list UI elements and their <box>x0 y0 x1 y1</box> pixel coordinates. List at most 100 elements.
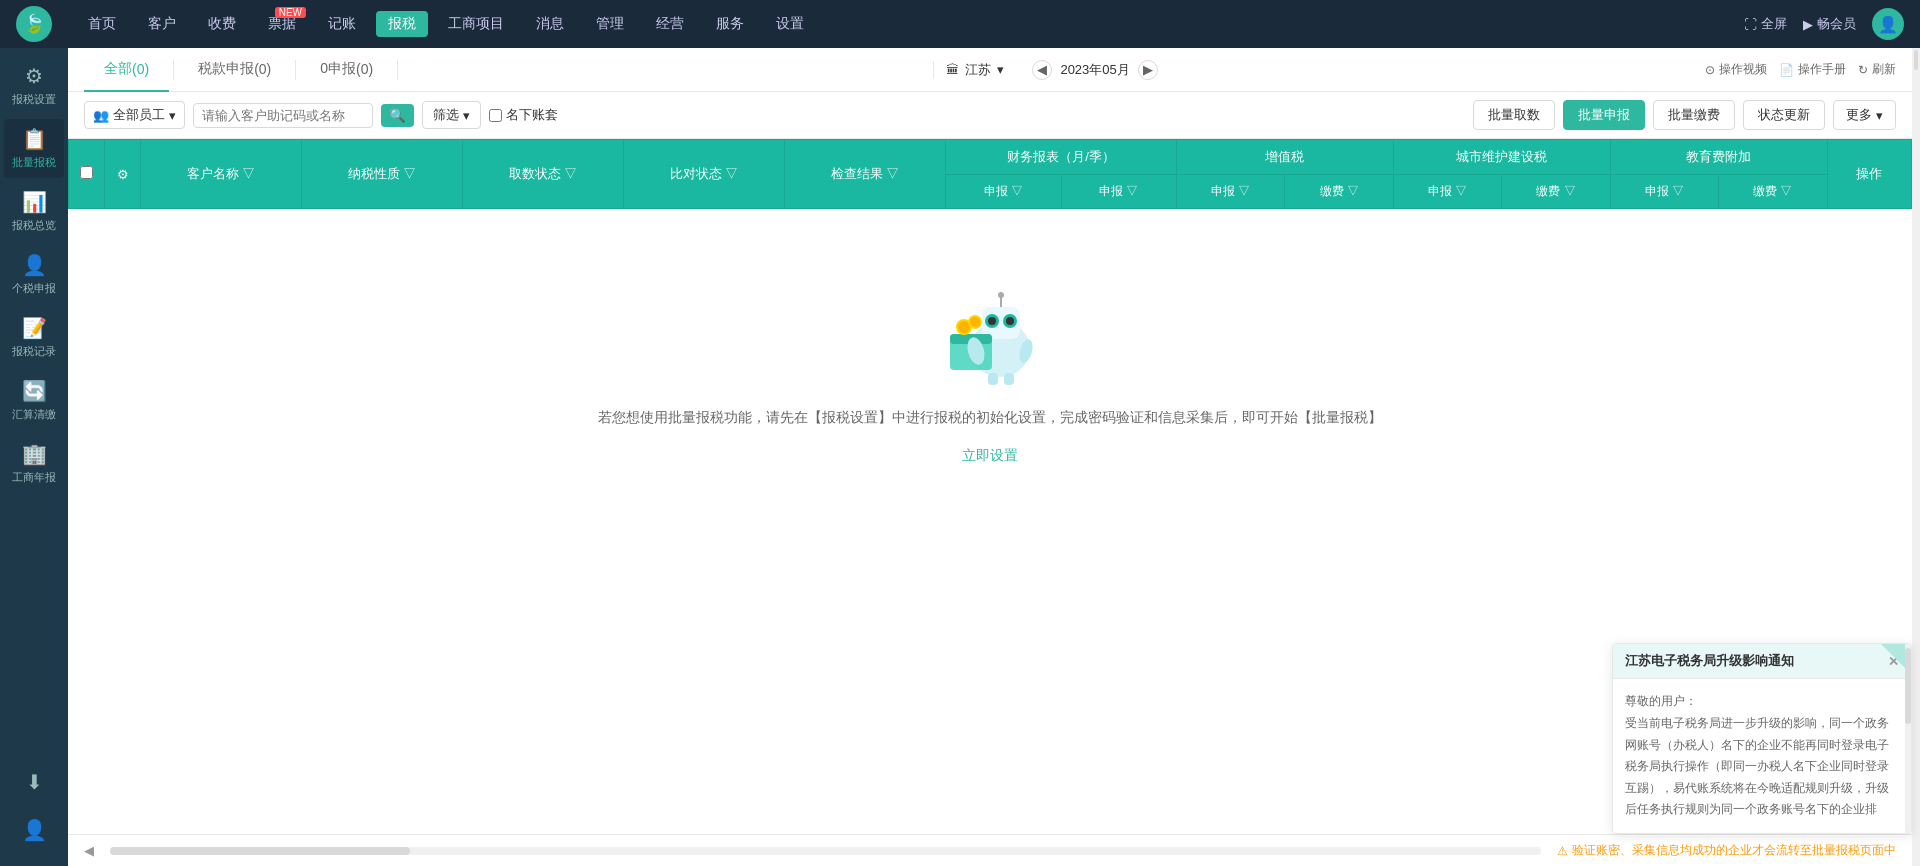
th-city-declare: 申报 ▽ <box>1393 175 1501 209</box>
video-icon: ⊙ <box>1705 63 1715 77</box>
tab-divider-3 <box>397 60 398 80</box>
prev-month-button[interactable]: ◀ <box>1032 60 1052 80</box>
th-city-pay: 缴费 ▽ <box>1502 175 1610 209</box>
download-icon: ⬇ <box>26 770 43 794</box>
top-navigation: 🍃 首页 客户 收费 票据 NEW 记账 报税 工商项目 消息 管理 经营 服务… <box>0 0 1920 48</box>
settlement-icon: 🔄 <box>22 379 47 403</box>
employee-selector[interactable]: 👥 全部员工 ▾ <box>84 101 185 129</box>
sidebar: ⚙ 报税设置 📋 批量报税 📊 报税总览 👤 个税申报 📝 报税记录 🔄 汇算清… <box>0 48 68 866</box>
th-fetch-status: 取数状态 ▽ <box>463 140 624 209</box>
th-edu-tax: 教育费附加 <box>1610 140 1827 175</box>
batch-report-button[interactable]: 批量申报 <box>1563 100 1645 130</box>
sidebar-user[interactable]: 👤 <box>4 810 64 850</box>
nav-management[interactable]: 管理 <box>584 11 636 37</box>
sidebar-item-tax-record[interactable]: 📝 报税记录 <box>4 308 64 367</box>
batch-fetch-button[interactable]: 批量取数 <box>1473 100 1555 130</box>
vertical-scrollbar[interactable] <box>1912 48 1920 866</box>
nav-fee[interactable]: 收费 <box>196 11 248 37</box>
th-vat-declare: 申报 ▽ <box>1177 175 1285 209</box>
operation-manual-button[interactable]: 📄 操作手册 <box>1779 61 1846 78</box>
tabs-right-buttons: ⊙ 操作视频 📄 操作手册 ↻ 刷新 <box>1705 61 1896 78</box>
tabs-bar: 全部(0) 税款申报(0) 0申报(0) 🏛 江苏 ▾ ◀ 2023年05月 ▶ <box>68 48 1912 92</box>
fullscreen-icon: ⛶ <box>1744 17 1757 32</box>
setup-link[interactable]: 立即设置 <box>962 447 1018 465</box>
employee-icon: 👥 <box>93 108 109 123</box>
annual-report-icon: 🏢 <box>22 442 47 466</box>
employee-dropdown-icon: ▾ <box>169 108 176 123</box>
bottom-status-bar: ◀ ⚠ 验证账密、采集信息均成功的企业才会流转至批量报税页面中 <box>68 834 1912 866</box>
nav-service[interactable]: 服务 <box>704 11 756 37</box>
tax-settings-icon: ⚙ <box>25 64 43 88</box>
th-compare-status: 比对状态 ▽ <box>624 140 785 209</box>
th-financial-report: 财务报表（月/季） <box>946 140 1177 175</box>
tab-zero-declare[interactable]: 0申报(0) <box>300 48 393 92</box>
nav-home[interactable]: 首页 <box>76 11 128 37</box>
svg-point-7 <box>998 292 1004 298</box>
refresh-icon: ↻ <box>1858 63 1868 77</box>
sidebar-item-personal-tax[interactable]: 👤 个税申报 <box>4 245 64 304</box>
left-scroll-arrow[interactable]: ◀ <box>84 843 94 858</box>
nav-operation[interactable]: 经营 <box>644 11 696 37</box>
avatar[interactable]: 👤 <box>1872 8 1904 40</box>
manual-icon: 📄 <box>1779 63 1794 77</box>
toolbar: 👥 全部员工 ▾ 🔍 筛选 ▾ 名下账套 批量取数 批量申报 批量缴费 状态更新… <box>68 92 1912 139</box>
th-tax-type: 纳税性质 ▽ <box>302 140 463 209</box>
select-all-checkbox[interactable] <box>80 166 93 179</box>
notification-body: 尊敬的用户： 受当前电子税务局进一步升级的影响，同一个政务网账号（办税人）名下的… <box>1613 679 1911 833</box>
notification-greeting: 尊敬的用户： <box>1625 691 1899 713</box>
search-input[interactable] <box>193 103 373 128</box>
nav-message[interactable]: 消息 <box>524 11 576 37</box>
more-dropdown-icon: ▾ <box>1876 108 1883 123</box>
tab-all[interactable]: 全部(0) <box>84 48 169 92</box>
th-check-result: 检查结果 ▽ <box>785 140 946 209</box>
filter-button[interactable]: 筛选 ▾ <box>422 101 481 129</box>
robot-illustration <box>930 269 1050 389</box>
th-edu-pay: 缴费 ▽ <box>1719 175 1827 209</box>
batch-tax-icon: 📋 <box>22 127 47 151</box>
province-flag-icon: 🏛 <box>946 62 959 77</box>
nav-tax[interactable]: 报税 <box>376 11 428 37</box>
batch-pay-button[interactable]: 批量缴费 <box>1653 100 1735 130</box>
province-selector[interactable]: 🏛 江苏 ▾ <box>933 61 1016 79</box>
nav-right-area: ⛶ 全屏 ▶ 畅会员 👤 <box>1744 8 1904 40</box>
sidebar-download[interactable]: ⬇ <box>4 762 64 802</box>
member-button[interactable]: ▶ 畅会员 <box>1803 15 1856 33</box>
horizontal-scrollbar[interactable] <box>110 847 1541 855</box>
fullscreen-button[interactable]: ⛶ 全屏 <box>1744 15 1787 33</box>
notification-header: 江苏电子税务局升级影响通知 ✕ <box>1613 644 1911 679</box>
sidebar-bottom: ⬇ 👤 <box>4 762 64 866</box>
nav-invoice[interactable]: 票据 NEW <box>256 11 308 37</box>
app-logo: 🍃 <box>16 6 52 42</box>
tab-divider-1 <box>173 60 174 80</box>
refresh-button[interactable]: ↻ 刷新 <box>1858 61 1896 78</box>
sidebar-item-batch-tax[interactable]: 📋 批量报税 <box>4 119 64 178</box>
tab-divider-2 <box>295 60 296 80</box>
nav-settings[interactable]: 设置 <box>764 11 816 37</box>
notification-content: 受当前电子税务局进一步升级的影响，同一个政务网账号（办税人）名下的企业不能再同时… <box>1625 713 1899 821</box>
nav-commerce[interactable]: 工商项目 <box>436 11 516 37</box>
th-operation: 操作 <box>1827 140 1912 209</box>
sidebar-item-annual-report[interactable]: 🏢 工商年报 <box>4 434 64 493</box>
sub-account-checkbox-label[interactable]: 名下账套 <box>489 106 558 124</box>
vertical-scroll-thumb <box>1914 50 1918 70</box>
next-month-button[interactable]: ▶ <box>1138 60 1158 80</box>
status-update-button[interactable]: 状态更新 <box>1743 100 1825 130</box>
search-button[interactable]: 🔍 <box>381 104 414 127</box>
sidebar-item-tax-settings[interactable]: ⚙ 报税设置 <box>4 56 64 115</box>
sub-account-checkbox[interactable] <box>489 109 502 122</box>
nav-customer[interactable]: 客户 <box>136 11 188 37</box>
th-vat: 增值税 <box>1177 140 1394 175</box>
empty-message: 若您想使用批量报税功能，请先在【报税设置】中进行报税的初始化设置，完成密码验证和… <box>598 409 1382 427</box>
sidebar-item-tax-overview[interactable]: 📊 报税总览 <box>4 182 64 241</box>
sidebar-item-settlement[interactable]: 🔄 汇算清缴 <box>4 371 64 430</box>
operation-video-button[interactable]: ⊙ 操作视频 <box>1705 61 1767 78</box>
more-button[interactable]: 更多 ▾ <box>1833 100 1896 130</box>
notification-scrollbar-thumb <box>1905 648 1911 723</box>
tab-tax-declare[interactable]: 税款申报(0) <box>178 48 291 92</box>
nav-menu: 首页 客户 收费 票据 NEW 记账 报税 工商项目 消息 管理 经营 服务 设… <box>76 11 1720 37</box>
new-badge: NEW <box>275 7 306 18</box>
member-icon: ▶ <box>1803 17 1813 32</box>
nav-bookkeeping[interactable]: 记账 <box>316 11 368 37</box>
th-customer-name: 客户名称 ▽ <box>141 140 302 209</box>
svg-point-5 <box>1006 317 1014 325</box>
